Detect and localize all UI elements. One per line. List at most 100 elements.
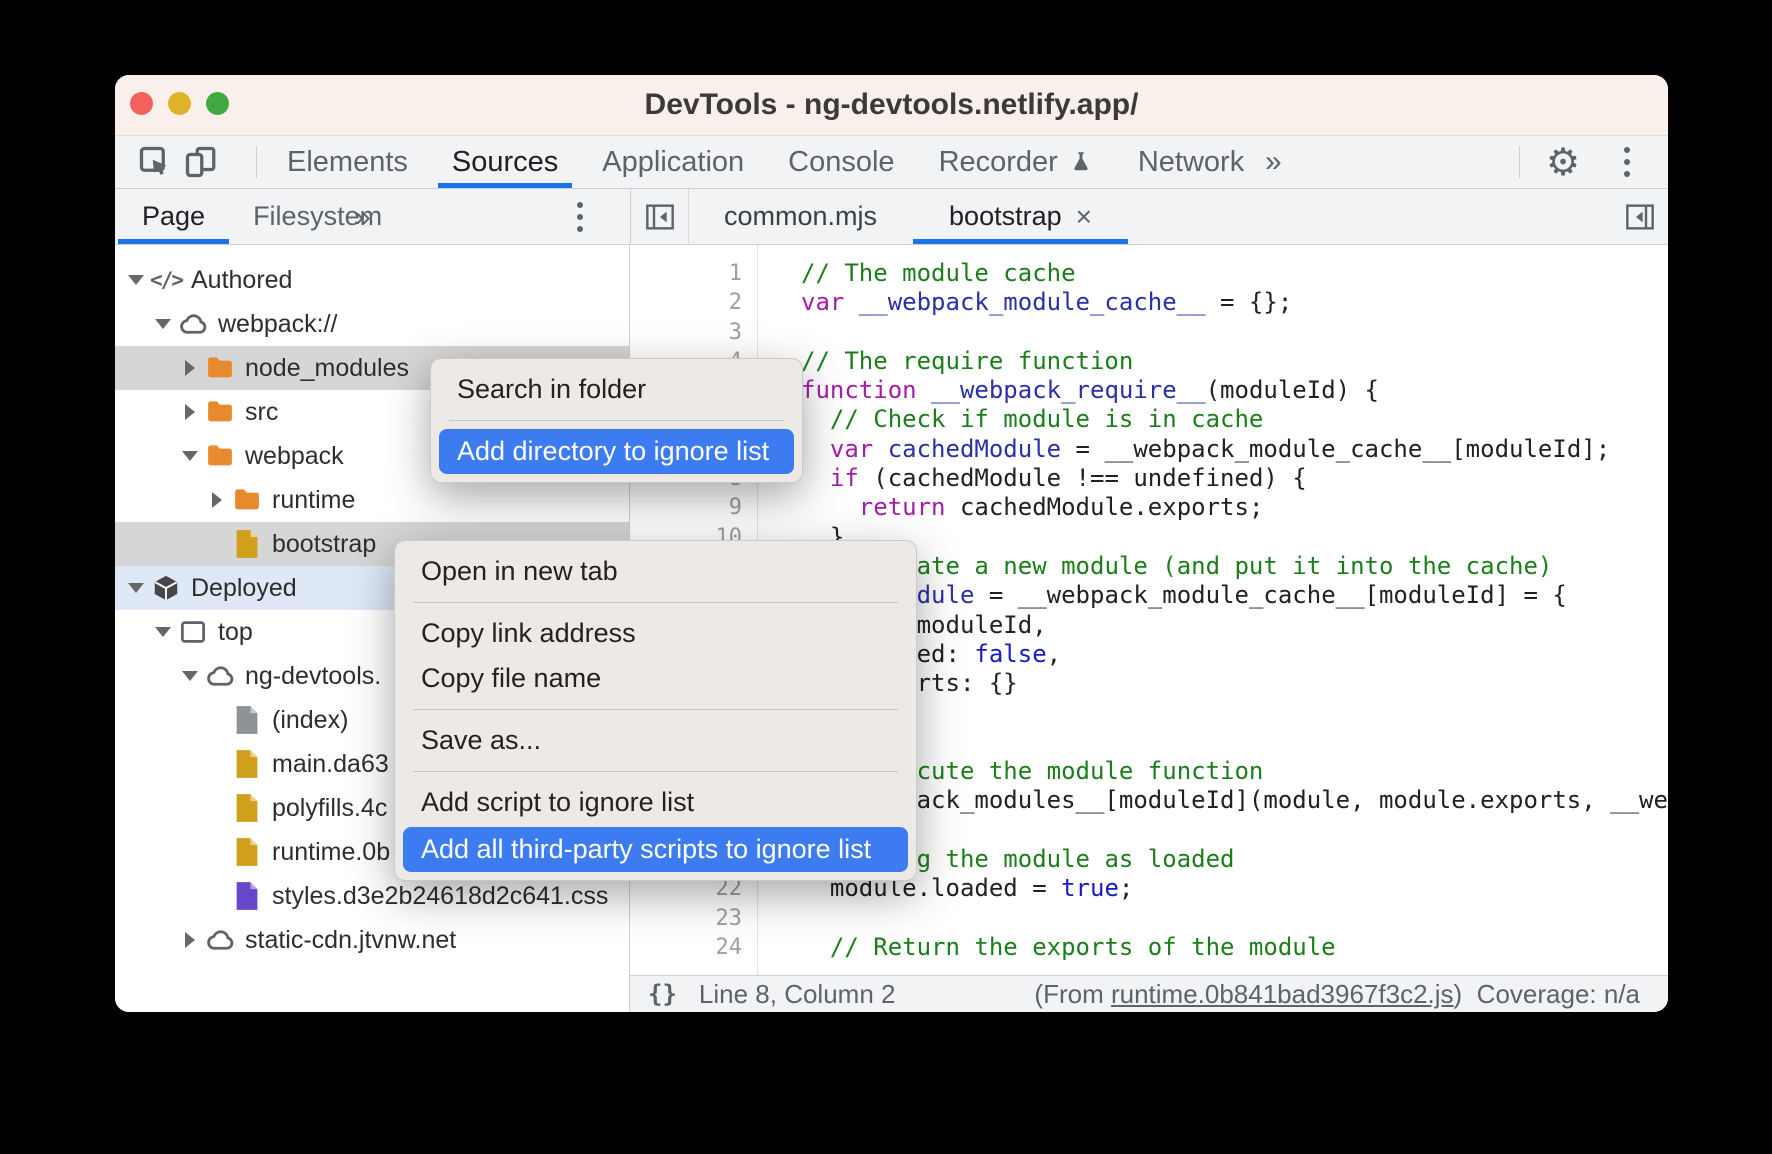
- code-token: __webpack_require__: [931, 376, 1206, 404]
- code-token: var: [830, 435, 888, 463]
- code-line-text: [758, 318, 801, 347]
- panel-tabs: Elements SourcesApplication Console Recorde…: [265, 136, 1266, 188]
- code-token: // Create a new module (and put it into …: [830, 552, 1552, 580]
- code-line: 3: [630, 318, 1668, 347]
- panel-tab-label: Console: [788, 146, 894, 179]
- menu-item-label: Save as...: [421, 725, 541, 756]
- panel-tab-recorder[interactable]: Recorder: [917, 136, 1116, 188]
- expander-open-icon[interactable]: [123, 275, 149, 285]
- code-token: cachedModule: [888, 435, 1061, 463]
- expander-open-icon[interactable]: [177, 671, 203, 681]
- code-token: [801, 405, 830, 433]
- panel-tab-label: Elements: [287, 146, 408, 179]
- title-bar: DevTools - ng-devtools.netlify.app/: [115, 75, 1668, 136]
- file-tab-common-mjs[interactable]: common.mjs: [688, 189, 913, 244]
- tree-item-static-cdn-jtvnw-net[interactable]: static-cdn.jtvnw.net: [115, 918, 630, 962]
- file-js-icon: [230, 836, 264, 868]
- more-options-kebab-icon[interactable]: [1607, 136, 1647, 188]
- frame-icon: [176, 616, 210, 648]
- menu-divider: [413, 709, 898, 710]
- code-line: 1// The module cache: [630, 259, 1668, 288]
- panel-tab-console[interactable]: Console: [766, 136, 916, 188]
- close-window-button[interactable]: [130, 92, 153, 115]
- code-icon: </>: [149, 264, 183, 296]
- source-map-link[interactable]: runtime.0b841bad3967f3c2.js: [1111, 979, 1454, 1009]
- menu-item-search-in-folder[interactable]: Search in folder: [431, 367, 802, 412]
- sidebar-more-tabs-chevron[interactable]: »: [355, 189, 371, 244]
- tree-item-label: node_modules: [245, 354, 409, 383]
- devtools-window: DevTools - ng-devtools.netlify.app/ Elem…: [115, 75, 1668, 1012]
- code-line-text: return cachedModule.exports;: [758, 493, 1263, 522]
- tree-item-label: top: [218, 618, 253, 647]
- code-token: false: [974, 640, 1046, 668]
- code-line-text: var cachedModule = __webpack_module_cach…: [758, 435, 1610, 464]
- sidebar-kebab-icon[interactable]: [577, 189, 583, 244]
- tree-item-label: (index): [272, 706, 348, 735]
- file-tab-bootstrap[interactable]: bootstrap ×: [913, 189, 1128, 244]
- code-line-text: // The require function: [758, 347, 1133, 376]
- expander-closed-icon[interactable]: [204, 492, 230, 508]
- editor-status-bar: {} Line 8, Column 2 (From runtime.0b841b…: [630, 975, 1668, 1012]
- menu-item-copy-file-name[interactable]: Copy file name: [395, 656, 916, 701]
- settings-gear-icon[interactable]: ⚙: [1543, 136, 1583, 188]
- code-line: 2var __webpack_module_cache__ = {};: [630, 288, 1668, 317]
- code-token: // Return the exports of the module: [830, 933, 1336, 961]
- tree-item-authored[interactable]: </>Authored: [115, 258, 630, 302]
- sidebar-tab-page[interactable]: Page: [118, 189, 229, 244]
- menu-item-add-script-to-ignore-list[interactable]: Add script to ignore list: [395, 780, 916, 825]
- menu-item-label: Add directory to ignore list: [457, 436, 769, 467]
- file-tab-label: bootstrap: [949, 201, 1062, 232]
- menu-item-add-all-third-party-scripts-to-ignore-list[interactable]: Add all third-party scripts to ignore li…: [403, 827, 908, 872]
- menu-item-copy-link-address[interactable]: Copy link address: [395, 611, 916, 656]
- line-number: 9: [630, 493, 758, 522]
- tree-item-runtime[interactable]: runtime: [115, 478, 630, 522]
- folder-icon: [203, 352, 237, 384]
- expander-open-icon[interactable]: [150, 627, 176, 637]
- pretty-print-button[interactable]: {}: [648, 980, 677, 1008]
- code-token: = __webpack_module_cache__[moduleId];: [1061, 435, 1610, 463]
- menu-item-open-in-new-tab[interactable]: Open in new tab: [395, 549, 916, 594]
- code-token: (moduleId) {: [1206, 376, 1379, 404]
- panel-tab-sources[interactable]: Sources: [430, 136, 580, 188]
- menu-item-label: Add all third-party scripts to ignore li…: [421, 834, 871, 865]
- menu-divider: [413, 771, 898, 772]
- expander-closed-icon[interactable]: [177, 404, 203, 420]
- menu-item-add-directory-to-ignore-list[interactable]: Add directory to ignore list: [439, 429, 794, 474]
- expander-open-icon[interactable]: [123, 583, 149, 593]
- menu-item-save-as[interactable]: Save as...: [395, 718, 916, 763]
- editor-tab-strip: common.mjs bootstrap ×: [630, 189, 1668, 245]
- folder-context-menu: Search in folder Add directory to ignore …: [430, 358, 803, 483]
- code-token: ,: [1047, 640, 1061, 668]
- cube-icon: [149, 572, 183, 604]
- code-line-text: // Return the exports of the module: [758, 933, 1336, 962]
- tree-item-webpack[interactable]: webpack://: [115, 302, 630, 346]
- code-line-text: if (cachedModule !== undefined) {: [758, 464, 1307, 493]
- cloud-icon: [203, 924, 237, 956]
- toggle-navigator-icon[interactable]: [631, 189, 689, 244]
- code-line: 23: [630, 904, 1668, 933]
- code-token: __webpack_modules__[moduleId](module, mo…: [801, 786, 1668, 814]
- sidebar-tab-filesystem[interactable]: Filesystem: [229, 189, 406, 244]
- inspect-element-icon[interactable]: [135, 136, 175, 188]
- code-token: [801, 493, 859, 521]
- close-tab-icon[interactable]: ×: [1076, 201, 1092, 233]
- file-js-icon: [230, 528, 264, 560]
- toolbar-divider: [256, 146, 257, 178]
- more-panels-chevron[interactable]: »: [1265, 136, 1282, 188]
- line-number: 24: [630, 933, 758, 962]
- code-line: 24 // Return the exports of the module: [630, 933, 1668, 962]
- maximize-window-button[interactable]: [206, 92, 229, 115]
- code-token: = {};: [1206, 288, 1293, 316]
- toggle-debugger-sidebar-icon[interactable]: [1624, 189, 1656, 244]
- minimize-window-button[interactable]: [168, 92, 191, 115]
- file-css-icon: [230, 880, 264, 912]
- panel-tab-application[interactable]: Application: [580, 136, 766, 188]
- panel-tab-network[interactable]: Network: [1116, 136, 1266, 188]
- expander-open-icon[interactable]: [177, 451, 203, 461]
- panel-tab-elements[interactable]: Elements: [265, 136, 430, 188]
- cloud-icon: [203, 660, 237, 692]
- expander-open-icon[interactable]: [150, 319, 176, 329]
- expander-closed-icon[interactable]: [177, 932, 203, 948]
- expander-closed-icon[interactable]: [177, 360, 203, 376]
- device-toolbar-icon[interactable]: [181, 136, 221, 188]
